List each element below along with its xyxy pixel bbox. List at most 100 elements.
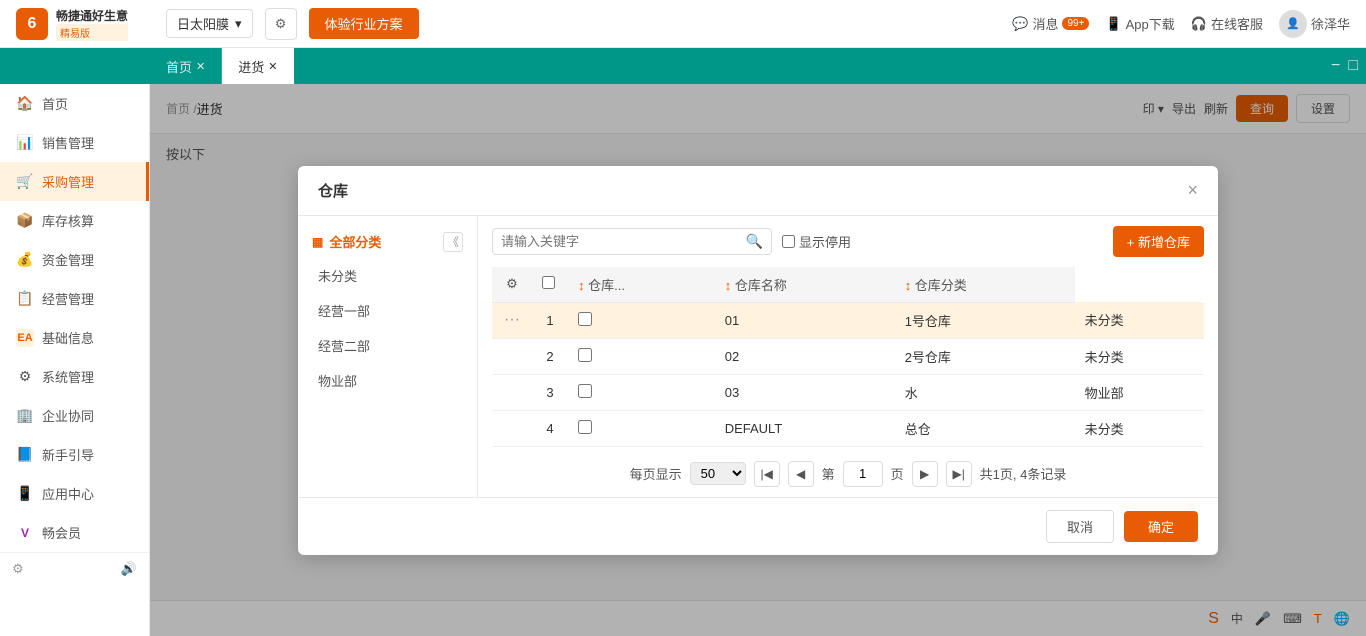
close-tab-icon[interactable]: ✕	[196, 60, 205, 73]
table-row[interactable]: 3 03 水 物业部	[492, 374, 1204, 410]
row-name: 2号仓库	[895, 338, 1075, 374]
sort-icon-name: ↕	[725, 278, 732, 293]
dialog-overlay: 仓库 × ▦ 全部分类 《 未分类	[150, 84, 1366, 636]
row-checkbox-3[interactable]	[578, 384, 592, 398]
add-warehouse-button[interactable]: + 新增仓库	[1113, 226, 1204, 257]
category-item-ops2[interactable]: 经营二部	[298, 328, 477, 363]
row-checkbox	[568, 410, 715, 446]
minimize-icon[interactable]: −	[1331, 57, 1340, 75]
table-row[interactable]: 2 02 2号仓库 未分类	[492, 338, 1204, 374]
sidebar-item-finance[interactable]: 💰 资金管理	[0, 240, 149, 279]
main-layout: 🏠 首页 📊 销售管理 🛒 采购管理 📦 库存核算 💰 资金管理 📋 经营管理 …	[0, 84, 1366, 636]
row-checkbox	[568, 374, 715, 410]
settings-button[interactable]: ⚙	[265, 8, 297, 40]
message-button[interactable]: 💬 消息 99+	[1012, 14, 1089, 33]
store-selector[interactable]: 日太阳膜 ▾	[166, 9, 253, 38]
category-item-unclassified[interactable]: 未分类	[298, 258, 477, 293]
maximize-icon[interactable]: □	[1348, 57, 1358, 75]
message-icon: 💬	[1012, 16, 1028, 32]
dialog-close-button[interactable]: ×	[1187, 180, 1198, 201]
row-code: 03	[715, 374, 895, 410]
row-category: 未分类	[1075, 410, 1204, 446]
show-disabled-checkbox[interactable]	[782, 235, 795, 248]
pagination: 每页显示 50 20 100 |◀ ◀ 第 页 ▶	[492, 461, 1204, 487]
sidebar-item-enterprise[interactable]: 🏢 企业协同	[0, 396, 149, 435]
app-icon: 📱	[1105, 16, 1121, 32]
finance-icon: 💰	[16, 251, 34, 269]
col-checkbox	[532, 267, 568, 303]
col-category: ↕ 仓库分类	[895, 267, 1075, 303]
grid-icon: ▦	[312, 235, 323, 249]
sidebar-item-home[interactable]: 🏠 首页	[0, 84, 149, 123]
warehouse-dialog: 仓库 × ▦ 全部分类 《 未分类	[298, 166, 1218, 555]
inventory-icon: 📦	[16, 212, 34, 230]
row-num: 2	[532, 338, 568, 374]
header-center: 日太阳膜 ▾ ⚙ 体验行业方案	[166, 8, 1012, 40]
search-icon[interactable]: 🔍	[746, 233, 763, 250]
main-content: 首页 / 进货 印 ▾ 导出 刷新 查询 设置 按以下 仓库 ×	[150, 84, 1366, 636]
search-input[interactable]	[501, 234, 746, 249]
guide-icon: 📘	[16, 446, 34, 464]
first-page-button[interactable]: |◀	[754, 461, 780, 487]
row-ellipsis[interactable]: ···	[504, 311, 520, 328]
online-service-button[interactable]: 🎧 在线客服	[1191, 14, 1263, 33]
confirm-button[interactable]: 确定	[1124, 511, 1198, 542]
row-checkbox-4[interactable]	[578, 420, 592, 434]
page-number-input[interactable]	[843, 461, 883, 487]
sidebar-item-member[interactable]: V 畅会员	[0, 513, 149, 552]
logo-icon: 6	[16, 8, 48, 40]
header-right: 💬 消息 99+ 📱 App下载 🎧 在线客服 👤 徐泽华	[1012, 10, 1350, 38]
tab-home[interactable]: 首页 ✕	[150, 48, 222, 84]
logo-text: 畅捷通好生意 精易版	[56, 7, 128, 41]
collapse-button[interactable]: 《	[443, 232, 463, 252]
basic-info-icon: EA	[16, 329, 34, 347]
sidebar-item-sales[interactable]: 📊 销售管理	[0, 123, 149, 162]
prev-page-button[interactable]: ◀	[788, 461, 814, 487]
category-item-property[interactable]: 物业部	[298, 363, 477, 398]
tab-purchase[interactable]: 进货 ✕	[222, 48, 294, 84]
sidebar-item-operations[interactable]: 📋 经营管理	[0, 279, 149, 318]
last-page-button[interactable]: ▶|	[946, 461, 972, 487]
row-checkbox-1[interactable]	[578, 312, 592, 326]
sales-icon: 📊	[16, 134, 34, 152]
sidebar-item-system[interactable]: ⚙ 系统管理	[0, 357, 149, 396]
purchase-icon: 🛒	[16, 173, 34, 191]
row-settings: ···	[492, 302, 532, 338]
sidebar-item-purchase[interactable]: 🛒 采购管理	[0, 162, 149, 201]
category-title: ▦ 全部分类	[312, 232, 381, 251]
row-checkbox-2[interactable]	[578, 348, 592, 362]
sidebar-item-apps[interactable]: 📱 应用中心	[0, 474, 149, 513]
warehouse-table: ⚙ ↕ 仓库... ↕ 仓库名称	[492, 267, 1204, 447]
user-profile[interactable]: 👤 徐泽华	[1279, 10, 1350, 38]
settings-bottom-icon[interactable]: ⚙	[12, 561, 24, 577]
sidebar-item-inventory[interactable]: 📦 库存核算	[0, 201, 149, 240]
row-settings	[492, 338, 532, 374]
row-category: 物业部	[1075, 374, 1204, 410]
table-row[interactable]: 4 DEFAULT 总仓 未分类	[492, 410, 1204, 446]
search-box: 🔍	[492, 228, 772, 255]
row-code: 02	[715, 338, 895, 374]
sort-icon-category: ↕	[905, 278, 912, 293]
row-category: 未分类	[1075, 302, 1204, 338]
select-all-checkbox[interactable]	[542, 276, 555, 289]
close-active-tab-icon[interactable]: ✕	[268, 60, 277, 73]
row-name: 总仓	[895, 410, 1075, 446]
trial-button[interactable]: 体验行业方案	[309, 8, 419, 39]
sidebar-item-guide[interactable]: 📘 新手引导	[0, 435, 149, 474]
app-download-button[interactable]: 📱 App下载	[1105, 14, 1174, 33]
show-disabled-toggle[interactable]: 显示停用	[782, 232, 851, 251]
home-icon: 🏠	[16, 95, 34, 113]
sidebar-item-basic-info[interactable]: EA 基础信息	[0, 318, 149, 357]
row-name: 水	[895, 374, 1075, 410]
sort-icon: ↕	[578, 278, 585, 293]
page-size-select[interactable]: 50 20 100	[690, 462, 746, 485]
dialog-header: 仓库 ×	[298, 166, 1218, 216]
cancel-button[interactable]: 取消	[1046, 510, 1114, 543]
row-category: 未分类	[1075, 338, 1204, 374]
sidebar: 🏠 首页 📊 销售管理 🛒 采购管理 📦 库存核算 💰 资金管理 📋 经营管理 …	[0, 84, 150, 636]
next-page-button[interactable]: ▶	[912, 461, 938, 487]
table-row[interactable]: ··· 1 01 1号仓库 未分类	[492, 302, 1204, 338]
volume-icon[interactable]: 🔊	[121, 561, 137, 577]
category-item-ops1[interactable]: 经营一部	[298, 293, 477, 328]
member-icon: V	[16, 524, 34, 542]
